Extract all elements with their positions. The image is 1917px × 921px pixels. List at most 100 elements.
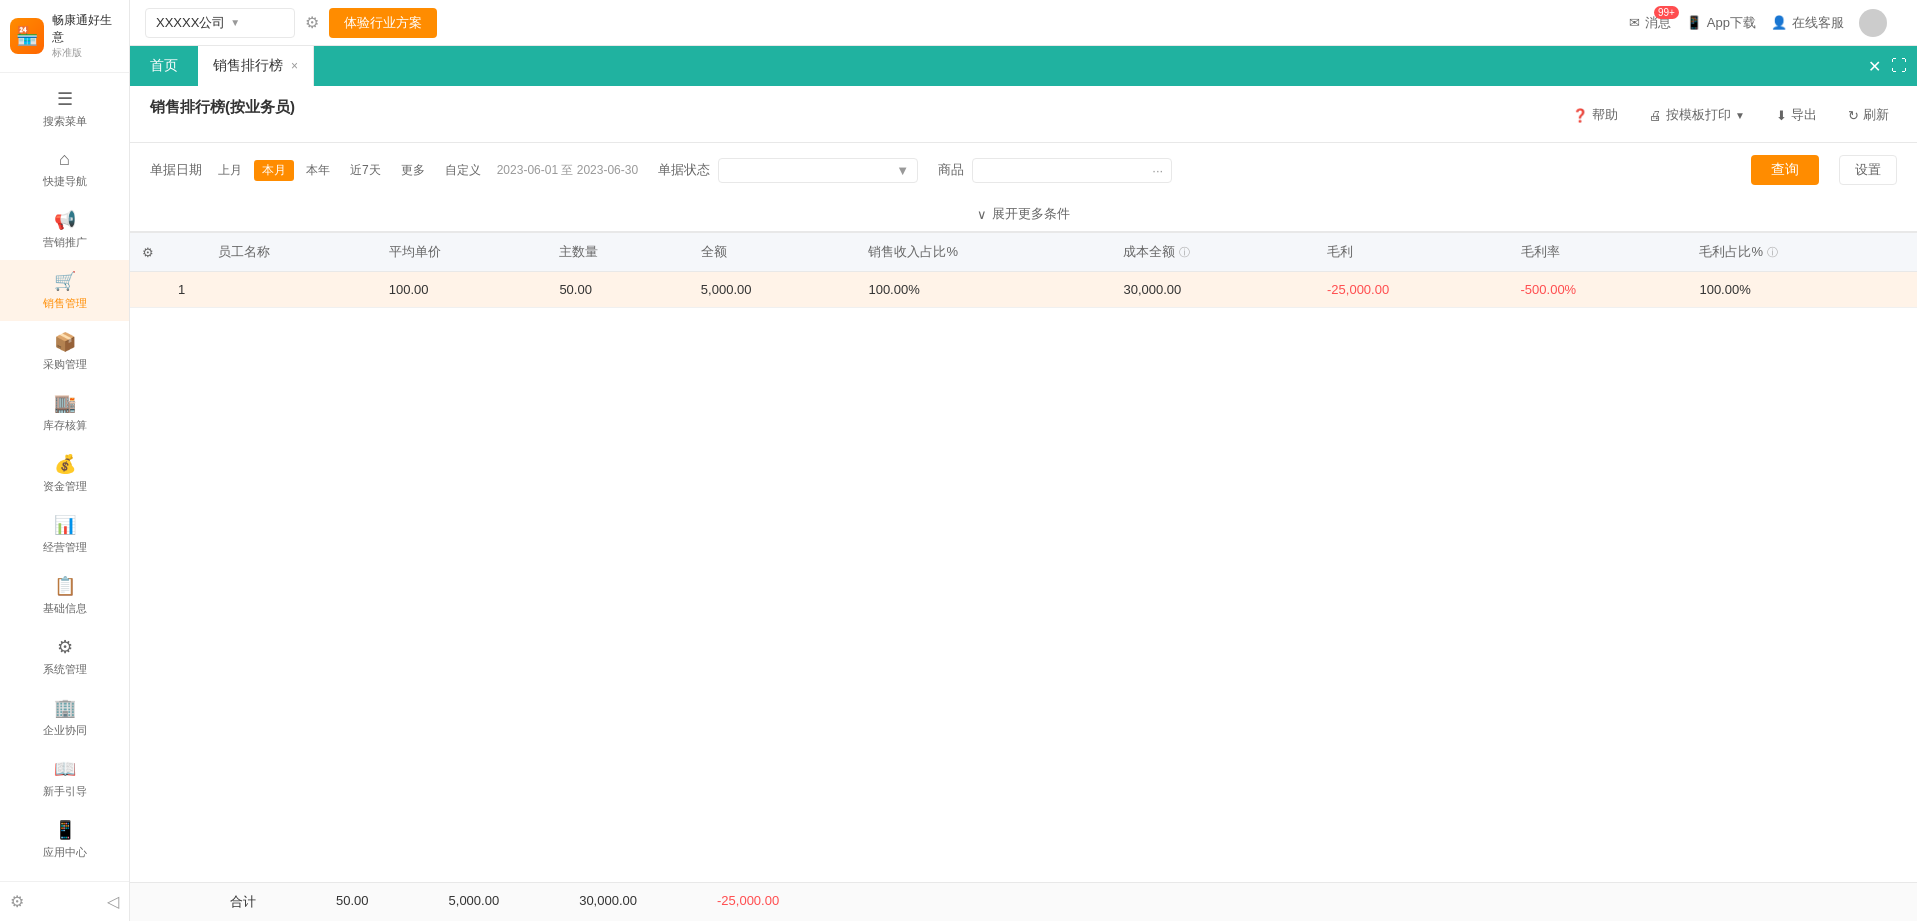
col-settings[interactable]: ⚙ xyxy=(130,233,166,272)
date-tab-last-month[interactable]: 上月 xyxy=(210,160,250,181)
sidebar-item-inventory-label: 库存核算 xyxy=(43,418,87,433)
expand-more-button[interactable]: ∨ 展开更多条件 xyxy=(130,197,1917,232)
sidebar-item-finance[interactable]: 💰 资金管理 xyxy=(0,443,129,504)
goods-input[interactable]: ··· xyxy=(972,158,1172,183)
tab-close-icon[interactable]: × xyxy=(291,59,298,73)
expand-label: 展开更多条件 xyxy=(992,205,1070,223)
status-select[interactable]: ▼ xyxy=(718,158,918,183)
page-header: 销售排行榜(按业务员) ❓ 帮助 🖨 按模板打印 ▼ ⬇ 导出 xyxy=(130,86,1917,143)
toolbar: ❓ 帮助 🖨 按模板打印 ▼ ⬇ 导出 ↻ 刷新 xyxy=(1564,102,1897,128)
row-gross-rate-cell: -500.00% xyxy=(1509,272,1688,308)
footer-cost: 30,000.00 xyxy=(579,893,637,908)
basic-icon: 📋 xyxy=(54,575,76,597)
message-icon: ✉ xyxy=(1629,15,1640,30)
trial-button[interactable]: 体验行业方案 xyxy=(329,8,437,38)
date-tab-this-year[interactable]: 本年 xyxy=(298,160,338,181)
row-sales-ratio-cell: 100.00% xyxy=(856,272,1111,308)
row-rank: 1 xyxy=(178,282,185,297)
settings-button[interactable]: 设置 xyxy=(1839,155,1897,185)
help-icon: ❓ xyxy=(1572,108,1588,123)
footer-total-label: 合计 xyxy=(230,893,256,911)
window-maximize-icon[interactable]: ⛶ xyxy=(1891,57,1907,75)
refresh-button[interactable]: ↻ 刷新 xyxy=(1840,102,1897,128)
date-filter-label: 单据日期 xyxy=(150,161,202,179)
help-button[interactable]: ❓ 帮助 xyxy=(1564,102,1626,128)
tab-home-label: 首页 xyxy=(150,57,178,75)
sidebar-item-search-label: 搜索菜单 xyxy=(43,114,87,129)
sidebar-item-guide-label: 新手引导 xyxy=(43,784,87,799)
col-sales-ratio: 销售收入占比% xyxy=(856,233,1111,272)
col-rank xyxy=(166,233,206,272)
date-tabs: 上月 本月 本年 近7天 更多 自定义 xyxy=(210,160,489,181)
sidebar-item-purchase[interactable]: 📦 采购管理 xyxy=(0,321,129,382)
row-avg-price-cell: 100.00 xyxy=(377,272,548,308)
app-download-label: App下载 xyxy=(1707,14,1756,32)
footer-settings-icon[interactable]: ⚙ xyxy=(10,892,24,911)
goods-more-icon[interactable]: ··· xyxy=(1152,163,1163,178)
cost-info-icon[interactable]: ⓘ xyxy=(1179,246,1190,258)
company-selector[interactable]: XXXXX公司 ▼ xyxy=(145,8,295,38)
row-cost-cell: 30,000.00 xyxy=(1111,272,1315,308)
date-tab-more[interactable]: 更多 xyxy=(393,160,433,181)
sidebar-item-system[interactable]: ⚙ 系统管理 xyxy=(0,626,129,687)
tab-home[interactable]: 首页 xyxy=(130,46,198,86)
filter-bar: 单据日期 上月 本月 本年 近7天 更多 自定义 2023-06-01 至 20… xyxy=(130,143,1917,233)
column-settings-icon[interactable]: ⚙ xyxy=(142,245,154,260)
col-amount: 全额 xyxy=(689,233,857,272)
date-tab-this-month[interactable]: 本月 xyxy=(254,160,294,181)
tab-bar: 首页 销售排行榜 × ✕ ⛶ xyxy=(130,46,1917,86)
apps-icon: 📱 xyxy=(54,819,76,841)
row-gross-ratio-cell: 100.00% xyxy=(1687,272,1917,308)
footer-cost-pair: 30,000.00 xyxy=(579,893,637,911)
date-tab-custom[interactable]: 自定义 xyxy=(437,160,489,181)
sidebar-item-guide[interactable]: 📖 新手引导 xyxy=(0,748,129,809)
avatar[interactable] xyxy=(1859,9,1887,37)
footer-quantity: 50.00 xyxy=(336,893,369,908)
print-button[interactable]: 🖨 按模板打印 ▼ xyxy=(1641,102,1753,128)
sidebar-item-operations-label: 经营管理 xyxy=(43,540,87,555)
row-name-cell xyxy=(206,272,377,308)
window-close-icon[interactable]: ✕ xyxy=(1868,57,1881,76)
sidebar-item-apps[interactable]: 📱 应用中心 xyxy=(0,809,129,870)
download-icon: 📱 xyxy=(1686,15,1702,30)
sidebar-item-inventory[interactable]: 🏬 库存核算 xyxy=(0,382,129,443)
sidebar-item-enterprise[interactable]: 🏢 企业协同 xyxy=(0,687,129,748)
tab-sales-ranking[interactable]: 销售排行榜 × xyxy=(198,46,314,86)
online-service-label: 在线客服 xyxy=(1792,14,1844,32)
online-service-item[interactable]: 👤 在线客服 xyxy=(1771,14,1844,32)
message-item[interactable]: ✉ 消息 99+ xyxy=(1629,14,1671,32)
tab-sales-ranking-label: 销售排行榜 xyxy=(213,57,283,75)
page-title: 销售排行榜(按业务员) xyxy=(150,98,295,117)
sidebar-item-search[interactable]: ☰ 搜索菜单 xyxy=(0,78,129,139)
header-settings-icon[interactable]: ⚙ xyxy=(305,13,319,32)
export-button[interactable]: ⬇ 导出 xyxy=(1768,102,1825,128)
col-cost: 成本全额 ⓘ xyxy=(1111,233,1315,272)
sidebar-item-finance-label: 资金管理 xyxy=(43,479,87,494)
collapse-icon[interactable]: ◁ xyxy=(107,892,119,911)
tab-right-controls: ✕ ⛶ xyxy=(1868,57,1917,76)
sidebar-item-basic-label: 基础信息 xyxy=(43,601,87,616)
print-icon: 🖨 xyxy=(1649,108,1662,123)
col-quantity: 主数量 xyxy=(547,233,688,272)
sidebar-item-marketing[interactable]: 📢 营销推广 xyxy=(0,199,129,260)
sidebar-item-sales[interactable]: 🛒 销售管理 xyxy=(0,260,129,321)
status-dropdown-icon: ▼ xyxy=(896,163,909,178)
query-button[interactable]: 查询 xyxy=(1751,155,1819,185)
sidebar-item-operations[interactable]: 📊 经营管理 xyxy=(0,504,129,565)
col-gross-rate: 毛利率 xyxy=(1509,233,1688,272)
print-dropdown-icon: ▼ xyxy=(1735,110,1745,121)
sidebar-item-basic[interactable]: 📋 基础信息 xyxy=(0,565,129,626)
footer-quantity-pair: 50.00 xyxy=(336,893,369,911)
sidebar-item-shortcut[interactable]: ⌂ 快捷导航 xyxy=(0,139,129,199)
table-header-row: ⚙ 员工名称 平均单价 主数量 全额 销售收入占比% 成本全额 ⓘ 毛利 xyxy=(130,233,1917,272)
sidebar-item-wechat[interactable]: 💬 企业微信 xyxy=(0,870,129,881)
refresh-icon: ↻ xyxy=(1848,108,1859,123)
date-tab-7days[interactable]: 近7天 xyxy=(342,160,389,181)
gross-ratio-info-icon[interactable]: ⓘ xyxy=(1767,246,1778,258)
app-download-item[interactable]: 📱 App下载 xyxy=(1686,14,1756,32)
help-label: 帮助 xyxy=(1592,106,1618,124)
sidebar-footer: ⚙ ◁ xyxy=(0,881,129,921)
row-gross-cell: -25,000.00 xyxy=(1315,272,1509,308)
sidebar-item-sales-label: 销售管理 xyxy=(43,296,87,311)
system-icon: ⚙ xyxy=(57,636,73,658)
